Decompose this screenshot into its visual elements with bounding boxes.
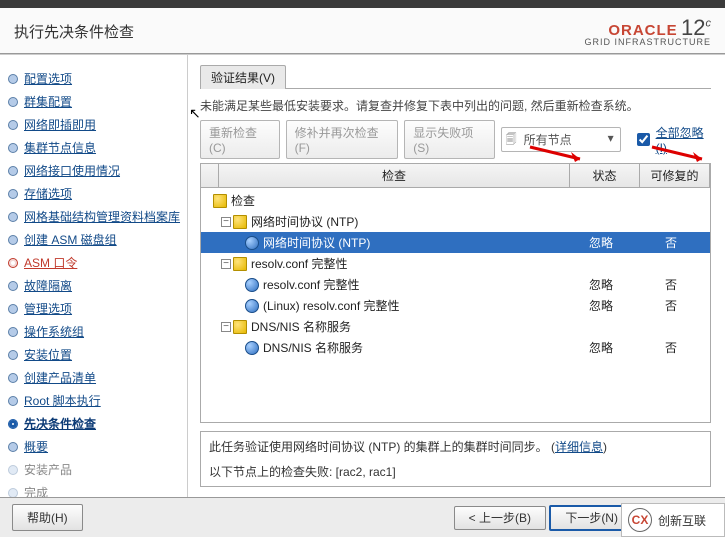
step-install: 安装产品 [0,458,187,481]
recheck-button[interactable]: 重新检查(C) [200,120,280,159]
step-asm-password[interactable]: ASM 口令 [0,251,187,274]
ignore-all-checkbox[interactable]: 全部忽略(I) [633,124,711,155]
failed-nodes: 以下节点上的检查失败: [rac2, rac1] [209,463,702,480]
step-cluster-config[interactable]: 群集配置 [0,90,187,113]
window-titlebar [0,0,725,8]
step-fault-isolation[interactable]: 故障隔离 [0,274,187,297]
folder-icon [213,194,227,208]
step-finish: 完成 [0,481,187,497]
step-summary[interactable]: 概要 [0,435,187,458]
ntp-item[interactable]: 网络时间协议 (NTP) 忽略否 [201,232,710,253]
step-asm-disk[interactable]: 创建 ASM 磁盘组 [0,228,187,251]
ignore-all-input[interactable] [637,133,650,146]
col-state[interactable]: 状态 [570,164,640,187]
col-handle [201,164,219,187]
col-check[interactable]: 检查 [219,164,570,187]
nodes-select[interactable]: 所有节点 [501,127,621,152]
collapse-icon[interactable]: − [221,322,231,332]
gear-icon [245,299,259,313]
checks-tree: 检查 − 网络时间协议 (NTP) 网络时间协议 (NTP) 忽略否 − res… [201,188,710,358]
watermark-text: 创新互联 [658,512,706,529]
details-line1: 此任务验证使用网络时间协议 (NTP) 的集群上的集群时间同步。 ( [209,440,555,454]
gear-icon [245,236,259,250]
oracle-logo: ORACLE 12c GRID INFRASTRUCTURE [585,17,712,47]
step-network-pnp[interactable]: 网络即插即用 [0,113,187,136]
wizard-header: 执行先决条件检查 ORACLE 12c GRID INFRASTRUCTURE [0,8,725,54]
step-cluster-nodes[interactable]: 集群节点信息 [0,136,187,159]
fix-recheck-button[interactable]: 修补并再次检查(F) [286,120,399,159]
details-box: 此任务验证使用网络时间协议 (NTP) 的集群上的集群时间同步。 (详细信息) … [200,431,711,487]
ignore-all-label: 全部忽略(I) [656,124,711,155]
step-config-option[interactable]: 配置选项 [0,67,187,90]
dns-item[interactable]: DNS/NIS 名称服务 忽略否 [201,337,710,358]
step-network-if[interactable]: 网络接口使用情况 [0,159,187,182]
step-mgmt-options[interactable]: 管理选项 [0,297,187,320]
resolv-item[interactable]: resolv.conf 完整性 忽略否 [201,274,710,295]
col-fix[interactable]: 可修复的 [640,164,710,187]
gear-icon [245,278,259,292]
folder-icon [233,257,247,271]
step-os-groups[interactable]: 操作系统组 [0,320,187,343]
folder-icon [233,320,247,334]
linux-resolv-item[interactable]: (Linux) resolv.conf 完整性 忽略否 [201,295,710,316]
dns-group[interactable]: − DNS/NIS 名称服务 [201,316,710,337]
step-prereq[interactable]: 先决条件检查 [0,412,187,435]
gear-icon [245,341,259,355]
subbrand: GRID INFRASTRUCTURE [585,38,712,47]
tab-verify-result[interactable]: 验证结果(V) [200,65,286,89]
collapse-icon[interactable]: − [221,217,231,227]
page-title: 执行先决条件检查 [14,21,134,42]
details-link[interactable]: 详细信息 [555,440,603,454]
wizard-sidebar: 配置选项 群集配置 网络即插即用 集群节点信息 网络接口使用情况 存储选项 网格… [0,55,188,497]
resolv-group[interactable]: − resolv.conf 完整性 [201,253,710,274]
info-message: 未能满足某些最低安装要求。请复查并修复下表中列出的问题, 然后重新检查系统。 [200,97,711,114]
help-button[interactable]: 帮助(H) [12,504,83,531]
content-pane: 验证结果(V) 未能满足某些最低安装要求。请复查并修复下表中列出的问题, 然后重… [188,55,725,497]
folder-icon [233,215,247,229]
version: 12c [681,15,711,40]
step-install-location[interactable]: 安装位置 [0,343,187,366]
toolbar: 重新检查(C) 修补并再次检查(F) 显示失败项(S) 所有节点 全部忽略(I) [200,120,711,159]
step-root-script[interactable]: Root 脚本执行 [0,389,187,412]
step-inventory[interactable]: 创建产品清单 [0,366,187,389]
watermark: CX 创新互联 [621,503,725,537]
collapse-icon[interactable]: − [221,259,231,269]
brand: ORACLE [608,22,677,39]
step-grid-repo[interactable]: 网格基础结构管理资料档案库 [0,205,187,228]
wizard-footer: 帮助(H) < 上一步(B) 下一步(N) > 安装(I) [0,497,725,537]
show-failed-button[interactable]: 显示失败项(S) [404,120,494,159]
checks-grid: 检查 状态 可修复的 检查 − 网络时间协议 (NTP) 网络时间协议 (NTP… [200,163,711,423]
grid-header: 检查 状态 可修复的 [201,164,710,188]
ntp-group[interactable]: − 网络时间协议 (NTP) [201,211,710,232]
watermark-logo-icon: CX [628,508,652,532]
step-storage[interactable]: 存储选项 [0,182,187,205]
tree-root[interactable]: 检查 [201,190,710,211]
back-button[interactable]: < 上一步(B) [454,506,546,530]
